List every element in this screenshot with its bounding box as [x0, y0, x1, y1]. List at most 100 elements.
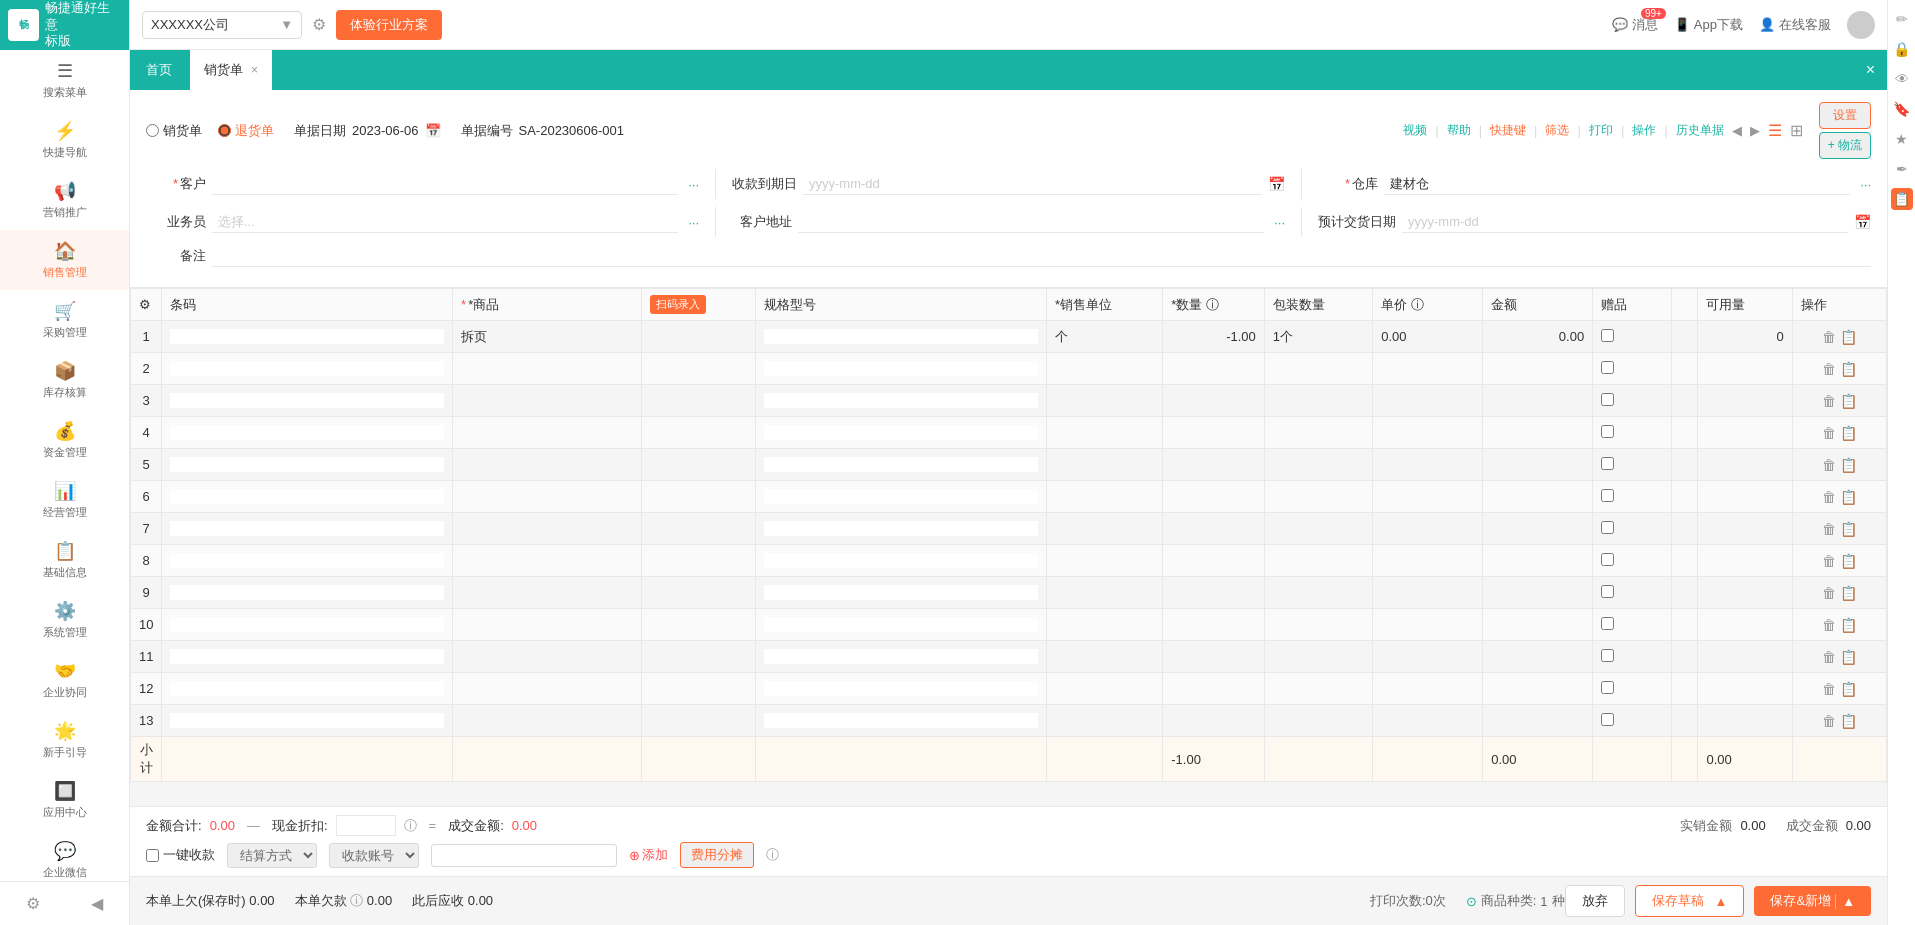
customer-addr-input[interactable] — [798, 211, 1264, 233]
row-copy-btn[interactable]: 📋 — [1840, 329, 1857, 345]
row-delete-btn[interactable]: 🗑 — [1822, 649, 1836, 665]
fee-help-icon[interactable]: ⓘ — [766, 846, 779, 864]
right-btn-pen[interactable]: ✒ — [1891, 158, 1913, 180]
notes-input[interactable] — [212, 245, 1871, 267]
row-barcode[interactable] — [162, 577, 453, 609]
gift-checkbox[interactable] — [1601, 521, 1614, 534]
row-copy-btn[interactable]: 📋 — [1840, 617, 1857, 633]
row-barcode[interactable] — [162, 705, 453, 737]
row-barcode[interactable] — [162, 513, 453, 545]
scan-btn[interactable]: 扫码录入 — [650, 295, 706, 314]
header-settings-btn[interactable]: ⚙ — [312, 15, 326, 34]
warehouse-input[interactable] — [1384, 173, 1850, 195]
right-btn-bookmark[interactable]: 🔖 — [1891, 98, 1913, 120]
row-delete-btn[interactable]: 🗑 — [1822, 361, 1836, 377]
grid-view-btn[interactable]: ⊞ — [1790, 121, 1803, 140]
row-gift[interactable] — [1593, 513, 1672, 545]
expected-delivery-input[interactable] — [1402, 211, 1848, 233]
gift-checkbox[interactable] — [1601, 649, 1614, 662]
row-gift[interactable] — [1593, 545, 1672, 577]
row-copy-btn[interactable]: 📋 — [1840, 681, 1857, 697]
row-copy-btn[interactable]: 📋 — [1840, 361, 1857, 377]
sales-order-radio[interactable]: 销货单 — [146, 122, 202, 140]
payment-due-input[interactable] — [803, 173, 1262, 195]
row-barcode[interactable] — [162, 417, 453, 449]
row-delete-btn[interactable]: 🗑 — [1822, 425, 1836, 441]
save-draft-btn[interactable]: 保存草稿 ▲ — [1635, 885, 1745, 917]
row-barcode[interactable] — [162, 321, 453, 353]
tab-close-icon[interactable]: × — [251, 63, 258, 77]
right-btn-lock[interactable]: 🔒 — [1891, 38, 1913, 60]
sidebar-item-purchase[interactable]: 🛒 采购管理 — [0, 290, 129, 350]
row-spec[interactable] — [756, 673, 1047, 705]
row-delete-btn[interactable]: 🗑 — [1822, 489, 1836, 505]
row-barcode[interactable] — [162, 545, 453, 577]
row-gift[interactable] — [1593, 481, 1672, 513]
gift-checkbox[interactable] — [1601, 681, 1614, 694]
operation-btn[interactable]: 操作 — [1632, 122, 1656, 139]
row-delete-btn[interactable]: 🗑 — [1822, 713, 1836, 729]
one-click-pay-checkbox[interactable]: 一键收款 — [146, 846, 215, 864]
sidebar-item-apps[interactable]: 🔲 应用中心 — [0, 770, 129, 830]
sidebar-item-wechat[interactable]: 💬 企业微信 — [0, 830, 129, 881]
prev-btn[interactable]: ◀ — [1732, 123, 1742, 138]
video-btn[interactable]: 视频 — [1403, 122, 1427, 139]
row-delete-btn[interactable]: 🗑 — [1822, 393, 1836, 409]
tab-sales-order[interactable]: 销货单 × — [190, 50, 272, 90]
row-barcode[interactable] — [162, 673, 453, 705]
calendar-icon[interactable]: 📅 — [425, 123, 441, 138]
help-btn[interactable]: 帮助 — [1447, 122, 1471, 139]
next-btn[interactable]: ▶ — [1750, 123, 1760, 138]
row-copy-btn[interactable]: 📋 — [1840, 457, 1857, 473]
row-spec[interactable] — [756, 481, 1047, 513]
row-gift[interactable] — [1593, 449, 1672, 481]
row-copy-btn[interactable]: 📋 — [1840, 393, 1857, 409]
save-draft-arrow-icon[interactable]: ▲ — [1708, 894, 1728, 909]
row-barcode[interactable] — [162, 641, 453, 673]
return-order-radio[interactable]: 退货单 — [218, 122, 274, 140]
salesperson-input[interactable] — [212, 211, 678, 233]
row-delete-btn[interactable]: 🗑 — [1822, 617, 1836, 633]
row-gift[interactable] — [1593, 353, 1672, 385]
print-btn[interactable]: 打印 — [1589, 122, 1613, 139]
gift-checkbox[interactable] — [1601, 553, 1614, 566]
row-copy-btn[interactable]: 📋 — [1840, 649, 1857, 665]
row-spec[interactable] — [756, 321, 1047, 353]
right-btn-edit[interactable]: ✏ — [1891, 8, 1913, 30]
row-copy-btn[interactable]: 📋 — [1840, 585, 1857, 601]
row-gift[interactable] — [1593, 321, 1672, 353]
sidebar-collapse-btn[interactable]: ◀ — [87, 890, 107, 917]
row-delete-btn[interactable]: 🗑 — [1822, 585, 1836, 601]
row-copy-btn[interactable]: 📋 — [1840, 521, 1857, 537]
row-spec[interactable] — [756, 545, 1047, 577]
filter-btn[interactable]: 筛选 — [1545, 122, 1569, 139]
sidebar-settings-btn[interactable]: ⚙ — [22, 890, 44, 917]
sidebar-item-sales[interactable]: 🏠 销售管理 — [0, 230, 129, 290]
row-copy-btn[interactable]: 📋 — [1840, 713, 1857, 729]
customer-input[interactable] — [212, 173, 678, 195]
gift-checkbox[interactable] — [1601, 489, 1614, 502]
sales-order-radio-input[interactable] — [146, 124, 159, 137]
logistics-action-btn[interactable]: + 物流 — [1819, 132, 1871, 159]
fee-split-btn[interactable]: 费用分摊 — [680, 842, 754, 868]
sidebar-item-base[interactable]: 📋 基础信息 — [0, 530, 129, 590]
row-gift[interactable] — [1593, 385, 1672, 417]
row-gift[interactable] — [1593, 673, 1672, 705]
save-new-arrow-icon[interactable]: ▲ — [1835, 894, 1855, 909]
row-spec[interactable] — [756, 705, 1047, 737]
cash-discount-input[interactable] — [336, 815, 396, 836]
gift-checkbox[interactable] — [1601, 713, 1614, 726]
row-barcode[interactable] — [162, 481, 453, 513]
abandon-btn[interactable]: 放弃 — [1565, 885, 1625, 917]
sidebar-item-finance[interactable]: 💰 资金管理 — [0, 410, 129, 470]
app-download-btn[interactable]: 📱 App下载 — [1674, 16, 1743, 34]
row-delete-btn[interactable]: 🗑 — [1822, 457, 1836, 473]
sidebar-item-system[interactable]: ⚙️ 系统管理 — [0, 590, 129, 650]
row-barcode[interactable] — [162, 353, 453, 385]
customer-addr-dots-btn[interactable]: ··· — [1274, 215, 1285, 230]
gift-checkbox[interactable] — [1601, 425, 1614, 438]
row-spec[interactable] — [756, 353, 1047, 385]
gift-checkbox[interactable] — [1601, 329, 1614, 342]
sidebar-item-guide[interactable]: 🌟 新手引导 — [0, 710, 129, 770]
row-gift[interactable] — [1593, 577, 1672, 609]
